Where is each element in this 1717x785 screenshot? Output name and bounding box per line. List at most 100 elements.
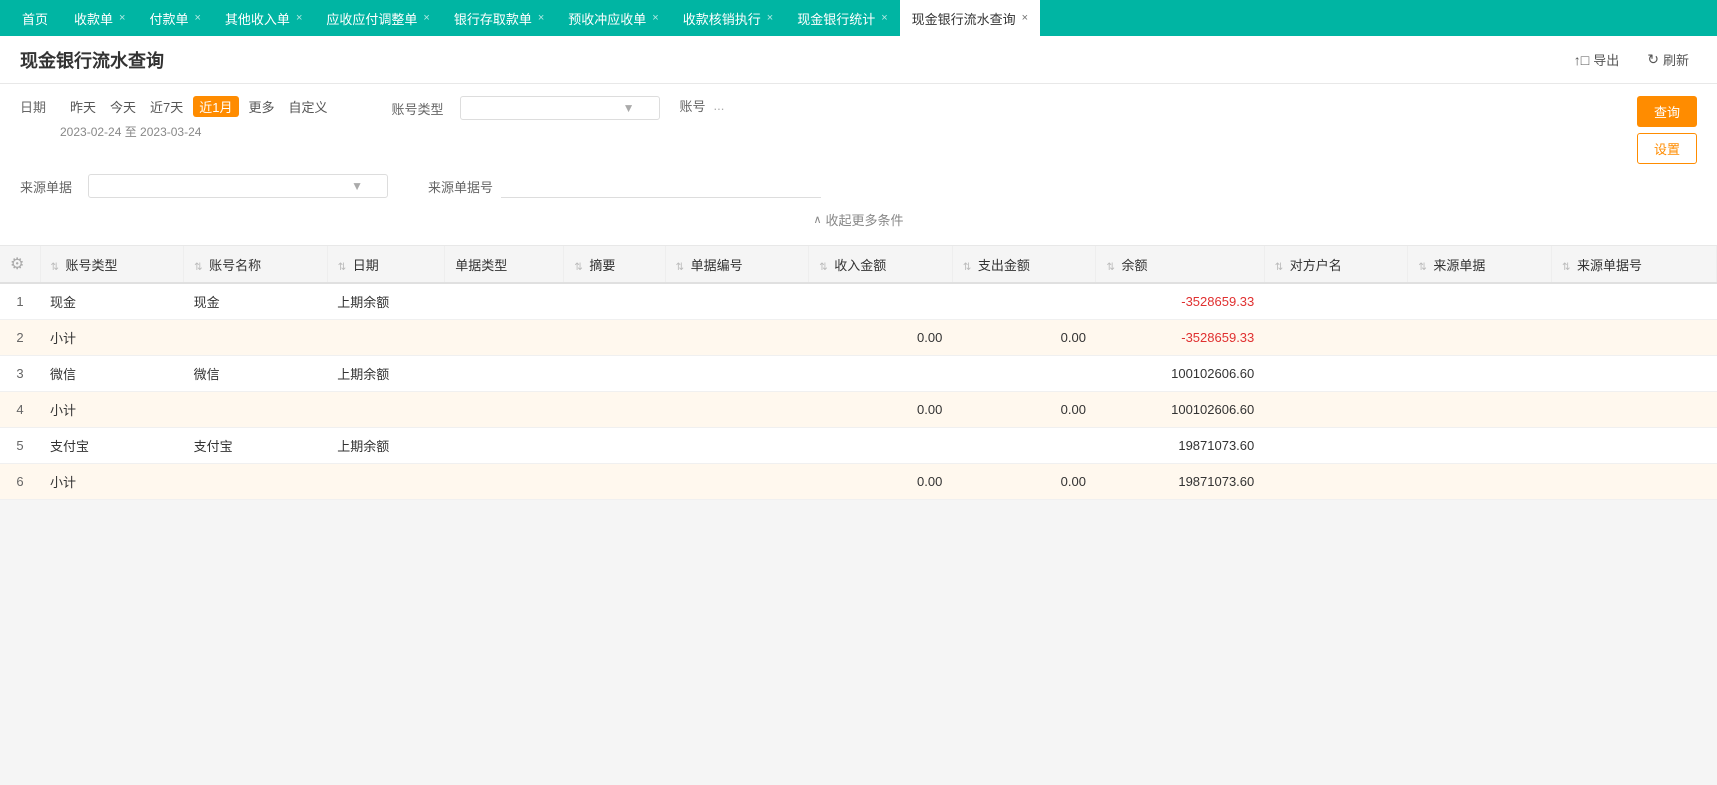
sort-income-icon[interactable]: ⇅ <box>819 262 827 273</box>
close-tab-7-icon[interactable]: × <box>881 12 887 24</box>
cell-doc-no <box>665 428 809 464</box>
sort-doc-no-icon[interactable]: ⇅ <box>676 262 684 273</box>
table-row: 3 微信 微信 上期余额 100102606.60 <box>0 356 1717 392</box>
cell-expense <box>952 283 1096 320</box>
nav-tab-fukuandan[interactable]: 付款单 × <box>137 0 212 36</box>
cell-date: 上期余额 <box>327 428 445 464</box>
cell-income <box>809 283 953 320</box>
col-source-doc: ⇅ 来源单据 <box>1408 246 1552 283</box>
date-opt-7days[interactable]: 近7天 <box>146 96 187 117</box>
cell-balance: -3528659.33 <box>1096 283 1264 320</box>
date-opt-custom[interactable]: 自定义 <box>285 96 332 117</box>
source-doc-select[interactable]: ▼ <box>88 174 388 198</box>
nav-tab-shoukuanhexiao[interactable]: 收款核销执行 × <box>671 0 785 36</box>
cell-doc-no <box>665 356 809 392</box>
cell-counterpart <box>1264 356 1408 392</box>
nav-tab-shoukuandan[interactable]: 收款单 × <box>62 0 137 36</box>
cell-date <box>327 320 445 356</box>
cell-expense: 0.00 <box>952 464 1096 500</box>
cell-doc-type <box>445 428 564 464</box>
nav-tab-xianjinyinhang-stats[interactable]: 现金银行统计 × <box>785 0 899 36</box>
close-tab-2-icon[interactable]: × <box>296 12 302 24</box>
close-tab-1-icon[interactable]: × <box>194 12 200 24</box>
close-tab-8-icon[interactable]: × <box>1022 12 1028 24</box>
close-tab-0-icon[interactable]: × <box>119 12 125 24</box>
sort-expense-icon[interactable]: ⇅ <box>963 262 971 273</box>
cell-balance: 100102606.60 <box>1096 392 1264 428</box>
filter-area: 日期 昨天 今天 近7天 近1月 更多 自定义 2023-02-24 至 202… <box>0 84 1717 246</box>
col-counterpart: ⇅ 对方户名 <box>1264 246 1408 283</box>
date-label: 日期 <box>20 97 60 116</box>
sort-counterpart-icon[interactable]: ⇅ <box>1275 262 1283 273</box>
cell-date: 上期余额 <box>327 356 445 392</box>
close-tab-5-icon[interactable]: × <box>652 12 658 24</box>
cell-source-doc-no <box>1552 320 1717 356</box>
cell-balance: -3528659.33 <box>1096 320 1264 356</box>
cell-summary <box>564 283 665 320</box>
col-settings: ⚙ <box>0 246 40 283</box>
refresh-button[interactable]: ↻ 刷新 <box>1639 46 1697 73</box>
cell-source-doc <box>1408 320 1552 356</box>
cell-date <box>327 464 445 500</box>
table-row: 2 小计 0.00 0.00 -3528659.33 <box>0 320 1717 356</box>
sort-source-doc-no-icon[interactable]: ⇅ <box>1562 262 1570 273</box>
cell-balance: 100102606.60 <box>1096 356 1264 392</box>
nav-tab-qitashouru[interactable]: 其他收入单 × <box>213 0 314 36</box>
cell-account-name <box>184 320 328 356</box>
source-doc-no-input[interactable] <box>501 174 821 198</box>
cell-counterpart <box>1264 283 1408 320</box>
cell-account-type: 小计 <box>40 320 184 356</box>
account-type-select[interactable]: ▼ <box>460 96 660 120</box>
close-tab-6-icon[interactable]: × <box>767 12 773 24</box>
sort-account-type-icon[interactable]: ⇅ <box>51 262 59 273</box>
col-date: ⇅ 日期 <box>327 246 445 283</box>
collapse-bar[interactable]: ∧ 收起更多条件 <box>20 206 1697 233</box>
cell-doc-no <box>665 320 809 356</box>
sort-summary-icon[interactable]: ⇅ <box>574 262 582 273</box>
query-button[interactable]: 查询 <box>1637 96 1697 127</box>
sort-account-name-icon[interactable]: ⇅ <box>194 262 202 273</box>
date-opt-today[interactable]: 今天 <box>106 96 140 117</box>
export-button[interactable]: ↑□ 导出 <box>1566 46 1627 73</box>
cell-source-doc <box>1408 464 1552 500</box>
close-tab-4-icon[interactable]: × <box>538 12 544 24</box>
cell-summary <box>564 428 665 464</box>
table-row: 4 小计 0.00 0.00 100102606.60 <box>0 392 1717 428</box>
cell-doc-no <box>665 283 809 320</box>
date-opt-more[interactable]: 更多 <box>245 96 279 117</box>
settings-button[interactable]: 设置 <box>1637 133 1697 164</box>
sort-date-icon[interactable]: ⇅ <box>338 262 346 273</box>
row-num: 5 <box>0 428 40 464</box>
cell-expense: 0.00 <box>952 392 1096 428</box>
cell-account-type: 现金 <box>40 283 184 320</box>
account-more-icon[interactable]: ... <box>714 98 725 113</box>
page-title: 现金银行流水查询 <box>20 47 164 73</box>
date-opt-1month[interactable]: 近1月 <box>193 96 238 117</box>
cell-income: 0.00 <box>809 320 953 356</box>
sort-source-doc-icon[interactable]: ⇅ <box>1418 262 1426 273</box>
col-expense: ⇅ 支出金额 <box>952 246 1096 283</box>
nav-tab-liushui[interactable]: 现金银行流水查询 × <box>900 0 1040 36</box>
cell-date: 上期余额 <box>327 283 445 320</box>
page-header: 现金银行流水查询 ↑□ 导出 ↻ 刷新 <box>0 36 1717 84</box>
row-num: 3 <box>0 356 40 392</box>
date-options: 昨天 今天 近7天 近1月 更多 自定义 <box>66 96 332 117</box>
nav-tab-yingshouyingfu[interactable]: 应收应付调整单 × <box>314 0 441 36</box>
cell-account-type: 小计 <box>40 392 184 428</box>
nav-home[interactable]: 首页 <box>8 0 62 36</box>
col-account-name: ⇅ 账号名称 <box>184 246 328 283</box>
export-icon: ↑□ <box>1574 52 1589 68</box>
cell-doc-type <box>445 283 564 320</box>
table-row: 5 支付宝 支付宝 上期余额 19871073.60 <box>0 428 1717 464</box>
sort-balance-icon[interactable]: ⇅ <box>1106 262 1114 273</box>
cell-source-doc-no <box>1552 428 1717 464</box>
nav-tab-yinhangcunqu[interactable]: 银行存取款单 × <box>442 0 556 36</box>
cell-summary <box>564 464 665 500</box>
source-doc-no-label: 来源单据号 <box>428 177 493 196</box>
nav-tab-yushouzhong[interactable]: 预收冲应收单 × <box>556 0 670 36</box>
date-opt-yesterday[interactable]: 昨天 <box>66 96 100 117</box>
close-tab-3-icon[interactable]: × <box>423 12 429 24</box>
cell-account-name: 微信 <box>184 356 328 392</box>
source-doc-label: 来源单据 <box>20 177 80 196</box>
table-settings-icon[interactable]: ⚙ <box>10 256 24 273</box>
